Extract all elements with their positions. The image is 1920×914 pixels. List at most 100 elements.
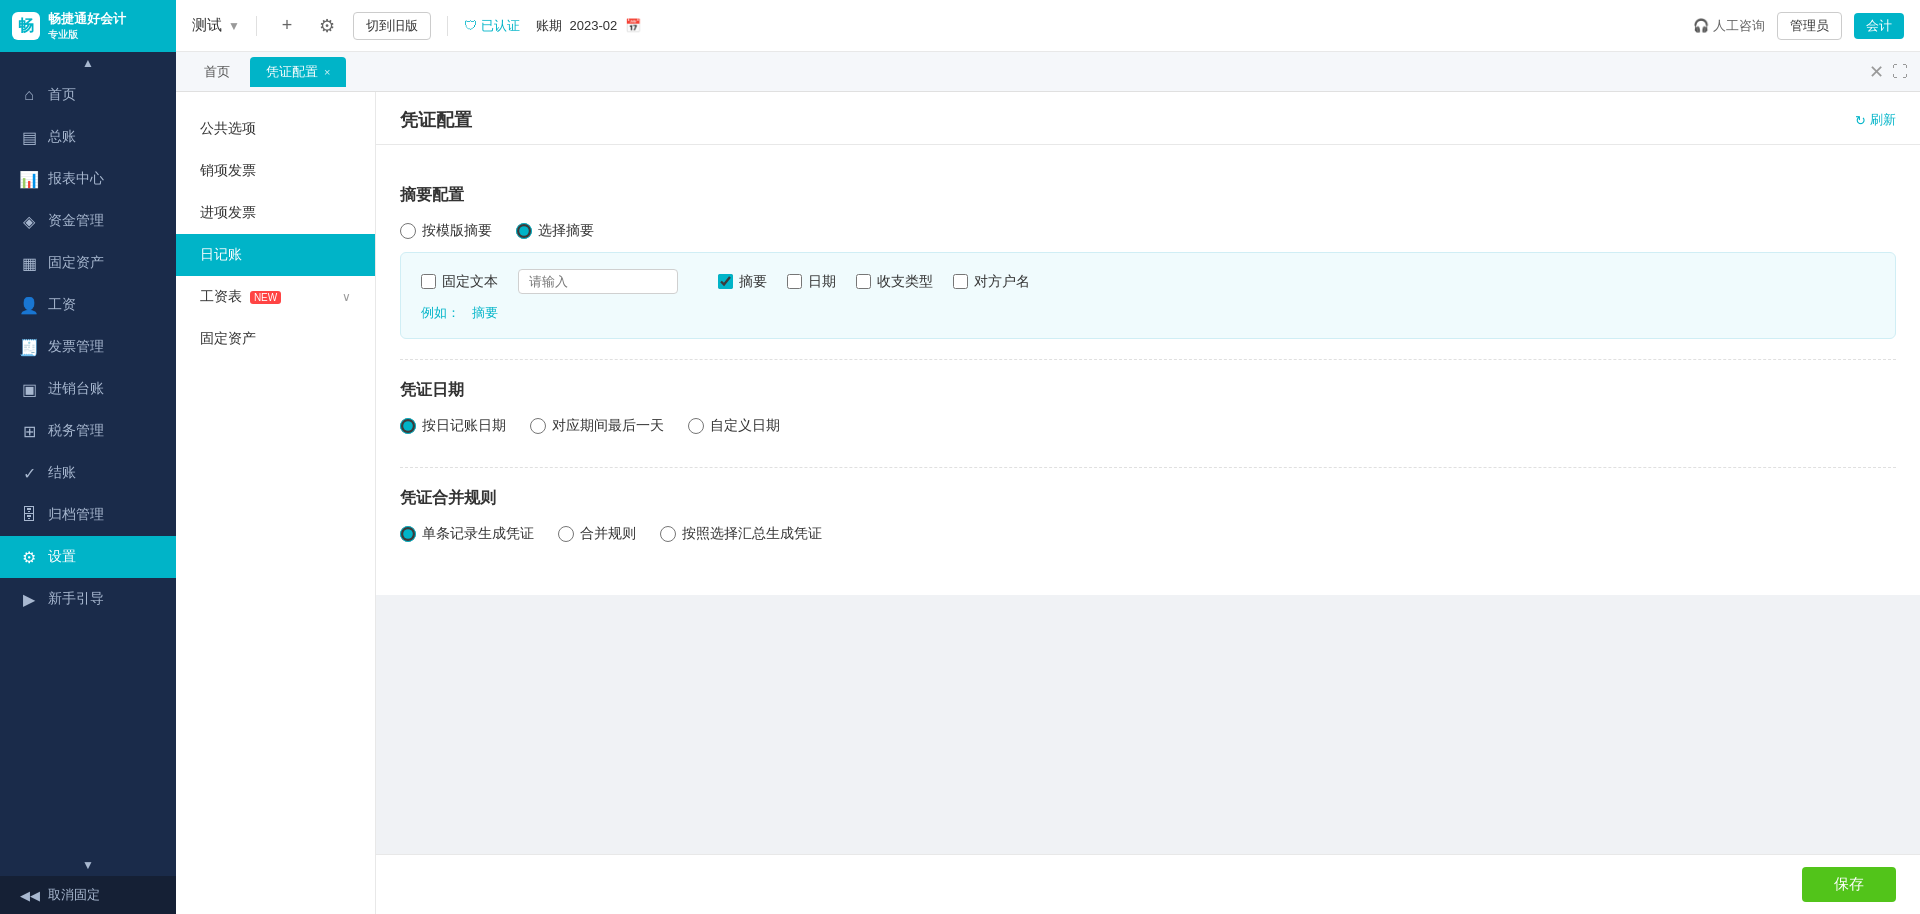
- summary-select-radio[interactable]: [516, 223, 532, 239]
- counterpart-checkbox[interactable]: [953, 274, 968, 289]
- sidebar-item-home[interactable]: ⌂ 首页: [0, 74, 176, 116]
- archive-icon: 🗄: [20, 506, 38, 524]
- switch-old-version-btn[interactable]: 切到旧版: [353, 12, 431, 40]
- calendar-icon[interactable]: 📅: [625, 18, 641, 33]
- invoice-icon: 🧾: [20, 338, 38, 356]
- sidebar-item-guide[interactable]: ▶ 新手引导: [0, 578, 176, 620]
- sidebar-item-settings[interactable]: ⚙ 设置: [0, 536, 176, 578]
- sidebar-item-invoice[interactable]: 🧾 发票管理: [0, 326, 176, 368]
- sidebar-item-ledger[interactable]: ▤ 总账: [0, 116, 176, 158]
- income-type-checkbox[interactable]: [856, 274, 871, 289]
- admin-btn[interactable]: 管理员: [1777, 12, 1842, 40]
- consult-btn[interactable]: 🎧 人工咨询: [1693, 17, 1765, 35]
- refresh-btn[interactable]: ↻ 刷新: [1855, 111, 1896, 129]
- refresh-icon: ↻: [1855, 113, 1866, 128]
- tab-close-btn[interactable]: ×: [324, 66, 330, 78]
- sidebar-item-archive[interactable]: 🗄 归档管理: [0, 494, 176, 536]
- date-checkbox-option[interactable]: 日期: [787, 273, 836, 291]
- topbar-right: 🎧 人工咨询 管理员 会计: [1693, 12, 1904, 40]
- headset-icon: 🎧: [1693, 18, 1709, 33]
- payroll-label: 工资表 NEW: [200, 288, 281, 306]
- merge-radio-group: 单条记录生成凭证 合并规则 按照选择汇总生成凭证: [400, 525, 1896, 543]
- summary-checkbox-option[interactable]: 摘要: [718, 273, 767, 291]
- date-period-last-radio[interactable]: [530, 418, 546, 434]
- close-period-icon: ✓: [20, 464, 38, 482]
- income-type-checkbox-option[interactable]: 收支类型: [856, 273, 933, 291]
- date-checkbox[interactable]: [787, 274, 802, 289]
- sidebar-scroll-up[interactable]: ▲: [0, 52, 176, 74]
- date-period-last-option[interactable]: 对应期间最后一天: [530, 417, 664, 435]
- left-nav-public[interactable]: 公共选项: [176, 108, 375, 150]
- sidebar-item-salary[interactable]: 👤 工资: [0, 284, 176, 326]
- merge-section: 凭证合并规则 单条记录生成凭证 合并规则: [400, 468, 1896, 575]
- merge-single-radio[interactable]: [400, 526, 416, 542]
- merge-select-option[interactable]: 按照选择汇总生成凭证: [660, 525, 822, 543]
- left-nav-payroll[interactable]: 工资表 NEW ∨: [176, 276, 375, 318]
- sidebar-item-cash[interactable]: ◈ 资金管理: [0, 200, 176, 242]
- date-custom-radio[interactable]: [688, 418, 704, 434]
- settings-gear-btn[interactable]: ⚙: [313, 12, 341, 40]
- left-nav-fixed-assets[interactable]: 固定资产: [176, 318, 375, 360]
- voucher-date-section: 凭证日期 按日记账日期 对应期间最后一天: [400, 360, 1896, 468]
- company-selector[interactable]: 测试 ▼: [192, 16, 240, 35]
- merge-rule-radio[interactable]: [558, 526, 574, 542]
- cancel-fixed-icon: ◀◀: [20, 888, 40, 903]
- new-badge: NEW: [250, 291, 281, 304]
- tab-home[interactable]: 首页: [188, 57, 246, 87]
- sidebar-item-assets[interactable]: ▦ 固定资产: [0, 242, 176, 284]
- summary-radio-group: 按模版摘要 选择摘要: [400, 222, 1896, 240]
- left-nav-sales[interactable]: 销项发票: [176, 150, 375, 192]
- summary-template-option[interactable]: 按模版摘要: [400, 222, 492, 240]
- fixed-text-checkbox[interactable]: [421, 274, 436, 289]
- salary-icon: 👤: [20, 296, 38, 314]
- date-radio-group: 按日记账日期 对应期间最后一天 自定义日期: [400, 417, 1896, 435]
- topbar-divider-1: [256, 16, 257, 36]
- counterpart-checkbox-option[interactable]: 对方户名: [953, 273, 1030, 291]
- save-button[interactable]: 保存: [1802, 867, 1896, 902]
- summary-checkbox-row: 固定文本 摘要 日期: [421, 269, 1875, 294]
- merge-title: 凭证合并规则: [400, 488, 1896, 509]
- content-area: 公共选项 销项发票 进项发票 日记账 工资表 NEW ∨ 固定资产 凭证配置 ↻…: [176, 92, 1920, 914]
- summary-options-box: 固定文本 摘要 日期: [400, 252, 1896, 339]
- merge-single-option[interactable]: 单条记录生成凭证: [400, 525, 534, 543]
- accountant-btn[interactable]: 会计: [1854, 13, 1904, 39]
- add-company-btn[interactable]: +: [273, 12, 301, 40]
- merge-select-radio[interactable]: [660, 526, 676, 542]
- form-content: 摘要配置 按模版摘要 选择摘要: [376, 145, 1920, 595]
- tax-icon: ⊞: [20, 422, 38, 440]
- fixed-text-option[interactable]: 固定文本: [421, 273, 498, 291]
- sidebar-item-report[interactable]: 📊 报表中心: [0, 158, 176, 200]
- sidebar-item-purchase[interactable]: ▣ 进销台账: [0, 368, 176, 410]
- fixed-text-input[interactable]: [518, 269, 678, 294]
- footer-bar: 保存: [376, 854, 1920, 914]
- cancel-fixed-btn[interactable]: ◀◀ 取消固定: [0, 876, 176, 914]
- window-close-btn[interactable]: ✕: [1869, 61, 1884, 83]
- summary-section: 摘要配置 按模版摘要 选择摘要: [400, 165, 1896, 360]
- example-text: 例如： 摘要: [421, 304, 1875, 322]
- sidebar-item-close[interactable]: ✓ 结账: [0, 452, 176, 494]
- content-wrapper: 凭证配置 ↻ 刷新 摘要配置 按模版摘要: [376, 92, 1920, 914]
- page-header: 凭证配置 ↻ 刷新: [376, 92, 1920, 145]
- date-custom-option[interactable]: 自定义日期: [688, 417, 780, 435]
- topbar-divider-2: [447, 16, 448, 36]
- tabbar-actions: ✕ ⛶: [1869, 61, 1908, 83]
- sidebar: 畅 畅捷通好会计 专业版 ▲ ⌂ 首页 ▤ 总账 📊 报表中心 ◈ 资金管理 ▦…: [0, 0, 176, 914]
- sidebar-scroll-down[interactable]: ▼: [0, 854, 176, 876]
- shield-icon: 🛡: [464, 18, 477, 33]
- summary-checkbox[interactable]: [718, 274, 733, 289]
- left-nav-journal[interactable]: 日记账: [176, 234, 375, 276]
- sidebar-nav: ⌂ 首页 ▤ 总账 📊 报表中心 ◈ 资金管理 ▦ 固定资产 👤 工资 🧾 发票…: [0, 74, 176, 854]
- tab-voucher-config[interactable]: 凭证配置 ×: [250, 57, 346, 87]
- date-journal-radio[interactable]: [400, 418, 416, 434]
- tabbar: 首页 凭证配置 × ✕ ⛶: [176, 52, 1920, 92]
- sidebar-item-tax[interactable]: ⊞ 税务管理: [0, 410, 176, 452]
- date-journal-option[interactable]: 按日记账日期: [400, 417, 506, 435]
- merge-rule-option[interactable]: 合并规则: [558, 525, 636, 543]
- form-scroll-area: 摘要配置 按模版摘要 选择摘要: [376, 145, 1920, 854]
- window-expand-btn[interactable]: ⛶: [1892, 63, 1908, 81]
- left-nav-purchase-invoice[interactable]: 进项发票: [176, 192, 375, 234]
- summary-template-radio[interactable]: [400, 223, 416, 239]
- assets-icon: ▦: [20, 254, 38, 272]
- sidebar-logo: 畅 畅捷通好会计 专业版: [0, 0, 176, 52]
- summary-select-option[interactable]: 选择摘要: [516, 222, 594, 240]
